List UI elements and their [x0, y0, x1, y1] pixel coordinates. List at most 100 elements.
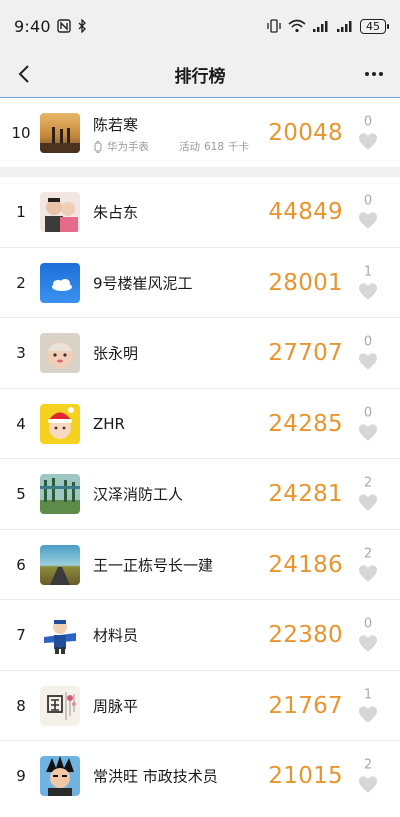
list-item[interactable]: 6 王一正栋号长一建 24186 2: [0, 530, 400, 600]
list-item[interactable]: 7 材料员 22380 0: [0, 600, 400, 671]
rank-number: 10: [11, 123, 31, 142]
user-name: 王一正栋号长一建: [93, 556, 214, 575]
rank-number: 1: [16, 203, 26, 222]
like-count: 1: [363, 264, 373, 280]
avatar[interactable]: [40, 403, 80, 444]
rank-number: 6: [16, 555, 26, 574]
user-name: 周脉平: [93, 697, 139, 716]
back-button[interactable]: [10, 60, 38, 88]
step-count: 24281: [268, 481, 343, 508]
signal-icon: [313, 21, 328, 32]
rank-number: 7: [16, 626, 26, 645]
device-name: 华为手表: [107, 141, 149, 153]
avatar[interactable]: [40, 192, 80, 233]
activity-unit: 千卡: [228, 141, 250, 153]
like-count: 0: [363, 405, 373, 421]
heart-icon: [359, 565, 377, 582]
rank-number: 2: [16, 273, 26, 292]
leaderboard-list: 1 朱占东 44849 0 2 9号楼崔风泥工 28001 1 3 张永明 27…: [0, 177, 400, 817]
avatar[interactable]: [40, 112, 80, 153]
list-item[interactable]: 4 ZHR 24285 0: [0, 389, 400, 459]
step-count: 20048: [268, 119, 343, 146]
step-count: 24285: [268, 410, 343, 437]
my-rank-subtitle: 华为手表 活动 618 千卡: [93, 139, 249, 154]
like-count: 2: [363, 757, 373, 773]
like-count: 0: [363, 334, 373, 350]
avatar[interactable]: [40, 262, 80, 303]
heart-icon: [359, 494, 377, 511]
heart-icon: [359, 635, 377, 652]
like-count: 0: [363, 616, 373, 632]
like-button[interactable]: 2: [356, 547, 380, 582]
avatar[interactable]: [40, 756, 80, 797]
heart-icon: [359, 706, 377, 723]
battery-icon: 45: [360, 18, 389, 34]
step-count: 21767: [268, 692, 343, 719]
list-item[interactable]: 3 张永明 27707 0: [0, 318, 400, 389]
like-button[interactable]: 2: [356, 475, 380, 512]
watch-icon: [94, 140, 102, 153]
like-count: 2: [363, 475, 373, 491]
step-count: 21015: [268, 763, 343, 790]
avatar[interactable]: [40, 474, 80, 515]
wifi-icon: [288, 19, 306, 33]
avatar[interactable]: [40, 333, 80, 374]
list-item[interactable]: 2 9号楼崔风泥工 28001 1: [0, 248, 400, 318]
page-title: 排行榜: [174, 66, 226, 87]
user-name: 9号楼崔风泥工: [93, 274, 193, 293]
step-count: 24186: [268, 551, 343, 578]
list-item[interactable]: 8 周脉平 21767 1: [0, 671, 400, 741]
like-button[interactable]: 0: [356, 406, 380, 441]
rank-number: 8: [16, 696, 26, 715]
status-time: 9:40: [14, 16, 51, 36]
like-button[interactable]: 0: [356, 334, 380, 371]
user-name: ZHR: [93, 414, 125, 433]
like-button[interactable]: 0: [356, 115, 380, 150]
vibrate-icon: [267, 19, 281, 33]
like-button[interactable]: 1: [356, 265, 380, 300]
battery-level: 45: [366, 19, 380, 33]
like-button[interactable]: 2: [356, 757, 380, 794]
more-button[interactable]: [360, 60, 388, 88]
step-count: 27707: [268, 340, 343, 367]
rank-number: 3: [16, 344, 26, 363]
signal-icon: [337, 21, 352, 32]
list-item[interactable]: 5 汉泽消防工人 24281 2: [0, 459, 400, 530]
like-count: 1: [363, 687, 373, 703]
like-button[interactable]: 1: [356, 688, 380, 723]
heart-icon: [359, 212, 377, 229]
like-button[interactable]: 0: [356, 193, 380, 230]
activity-value: 618: [204, 140, 225, 153]
status-bar: 9:40 45: [0, 0, 400, 52]
heart-icon: [359, 424, 377, 441]
user-name: 陈若寒: [93, 116, 139, 134]
heart-icon: [359, 283, 377, 300]
list-item[interactable]: 9 常洪旺 市政技术员 21015 2: [0, 741, 400, 812]
avatar[interactable]: [40, 615, 80, 656]
like-button[interactable]: 0: [356, 616, 380, 653]
user-name: 材料员: [93, 626, 139, 645]
step-count: 44849: [268, 199, 343, 226]
user-name: 张永明: [93, 344, 139, 363]
like-count: 2: [363, 546, 373, 562]
nav-bar: 排行榜: [0, 52, 400, 96]
more-dots-icon: [365, 72, 383, 76]
rank-number: 4: [16, 414, 26, 433]
heart-icon: [359, 776, 377, 793]
like-count: 0: [363, 193, 373, 209]
rank-number: 9: [16, 767, 26, 786]
rank-number: 5: [16, 485, 26, 504]
user-name: 汉泽消防工人: [93, 485, 184, 504]
like-count: 0: [363, 114, 373, 129]
list-item[interactable]: 1 朱占东 44849 0: [0, 177, 400, 248]
nfc-icon: [57, 19, 71, 33]
back-arrow-icon: [18, 65, 29, 83]
step-count: 22380: [268, 622, 343, 649]
heart-icon: [359, 353, 377, 370]
avatar[interactable]: [40, 685, 80, 726]
my-rank-row[interactable]: 10 陈若寒 华为手表 活动 618 千卡 20048 0: [0, 97, 400, 167]
avatar[interactable]: [40, 544, 80, 585]
user-name: 朱占东: [93, 203, 139, 222]
step-count: 28001: [268, 269, 343, 296]
bluetooth-icon: [78, 19, 86, 33]
